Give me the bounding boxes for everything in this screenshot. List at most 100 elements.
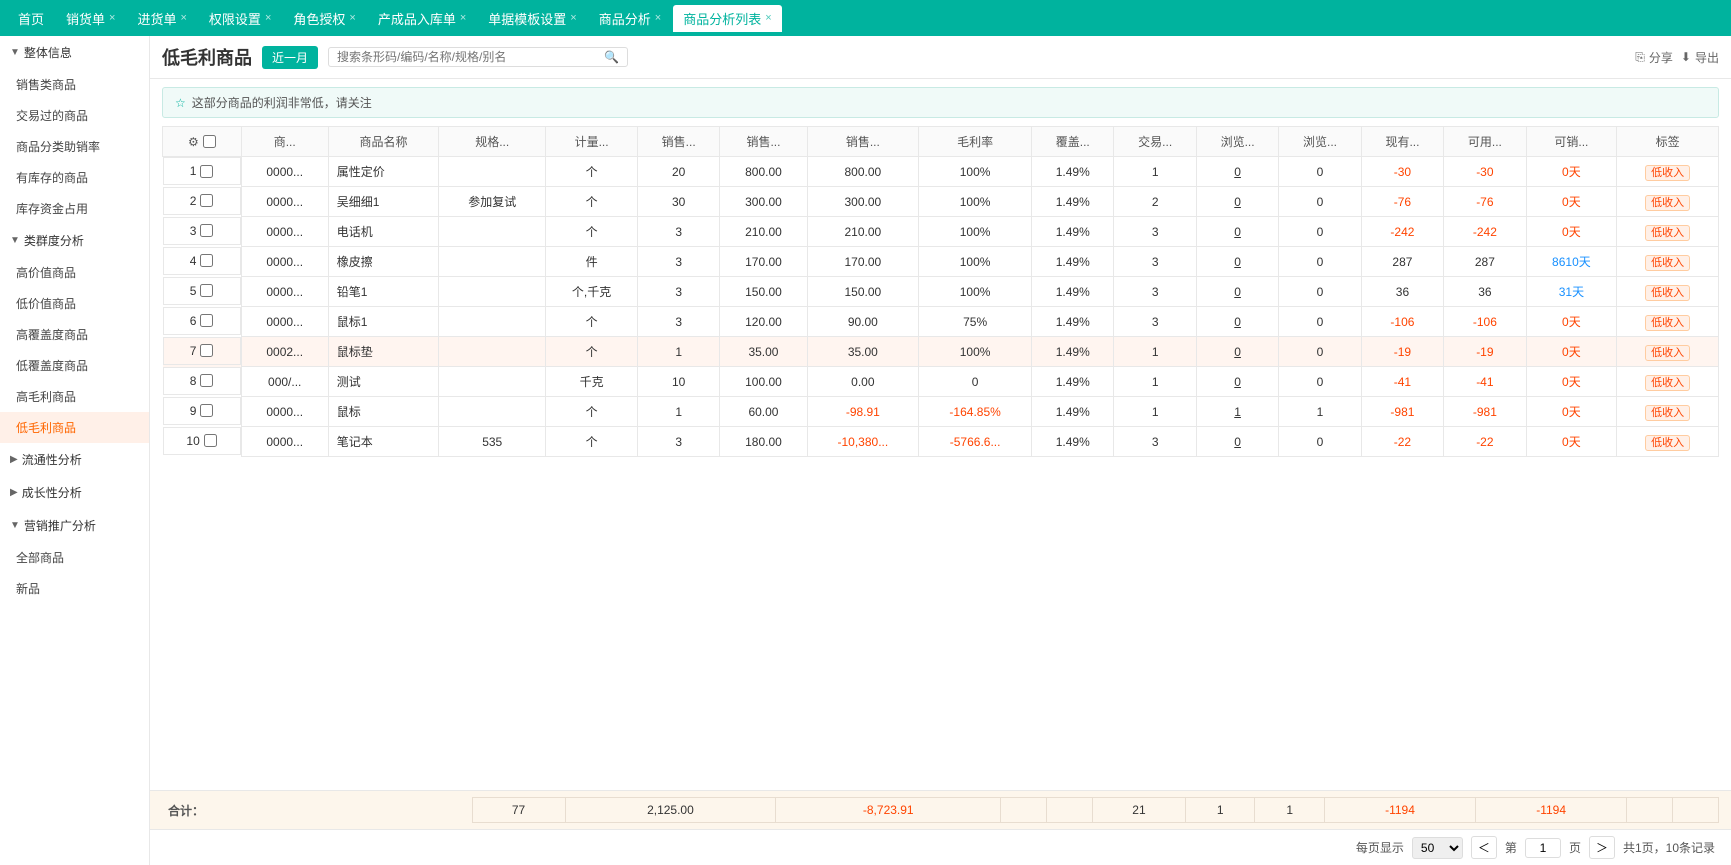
cell-name[interactable]: 测试 [328, 367, 438, 397]
cell-transactions: 3 [1114, 247, 1196, 277]
share-button[interactable]: ⎘ 分享 [1635, 49, 1673, 66]
sidebar-item-traded-goods[interactable]: 交易过的商品 [0, 100, 149, 131]
share-icon: ⎘ [1635, 50, 1645, 65]
search-box: 🔍 [328, 47, 628, 67]
nav-close-products[interactable]: × [460, 12, 466, 24]
sidebar-item-new-goods[interactable]: 新品 [0, 573, 149, 604]
next-page-button[interactable]: ＞ [1589, 836, 1615, 859]
cell-gross-rate: 100% [919, 337, 1032, 367]
cell-name[interactable]: 鼠标 [328, 397, 438, 427]
nav-close-analysis[interactable]: × [655, 12, 661, 24]
cell-index: 10 [163, 427, 241, 455]
cell-sales-profit: 150.00 [807, 277, 919, 307]
nav-close-analysis-list[interactable]: × [765, 12, 771, 24]
cell-browse1[interactable]: 0 [1196, 277, 1278, 307]
cell-name[interactable]: 鼠标1 [328, 307, 438, 337]
sidebar-group-growth[interactable]: ▶ 成长性分析 [0, 476, 149, 509]
sidebar-group-circulation[interactable]: ▶ 流通性分析 [0, 443, 149, 476]
cell-browse1[interactable]: 0 [1196, 157, 1278, 187]
cell-browse1[interactable]: 0 [1196, 187, 1278, 217]
search-icon[interactable]: 🔍 [604, 50, 619, 64]
nav-item-analysis-list[interactable]: 商品分析列表 × [673, 5, 781, 32]
current-page-input[interactable] [1525, 838, 1561, 858]
cell-browse1[interactable]: 1 [1196, 397, 1278, 427]
nav-close-roles[interactable]: × [349, 12, 355, 24]
row-checkbox[interactable] [200, 344, 213, 357]
row-checkbox[interactable] [200, 224, 213, 237]
settings-icon[interactable]: ⚙ [188, 135, 199, 149]
tag-badge: 低收入 [1645, 285, 1690, 301]
cell-sales-profit: 90.00 [807, 307, 919, 337]
row-checkbox[interactable] [200, 404, 213, 417]
content-area: 低毛利商品 近一月 🔍 ⎘ 分享 ⬇ 导出 ☆ 这部分商品的利润非常低，请关注 [150, 36, 1731, 865]
nav-item-sales[interactable]: 销货单 × [56, 5, 125, 32]
nav-item-home[interactable]: 首页 [8, 5, 54, 32]
cell-browse1[interactable]: 0 [1196, 367, 1278, 397]
cell-sales-price: 120.00 [720, 307, 807, 337]
prev-page-button[interactable]: ＜ [1471, 836, 1497, 859]
cell-name[interactable]: 笔记本 [328, 427, 438, 457]
sidebar-item-category-rate[interactable]: 商品分类助销率 [0, 131, 149, 162]
sidebar-item-inventory-capital[interactable]: 库存资金占用 [0, 193, 149, 224]
nav-item-products[interactable]: 产成品入库单 × [368, 5, 476, 32]
cell-browse1[interactable]: 0 [1196, 307, 1278, 337]
sidebar-group-overview[interactable]: ▼ 整体信息 [0, 36, 149, 69]
sidebar-item-inventory-goods[interactable]: 有库存的商品 [0, 162, 149, 193]
sidebar-item-high-margin[interactable]: 高毛利商品 [0, 381, 149, 412]
cell-code: 0000... [241, 187, 328, 217]
tag-badge: 低收入 [1645, 315, 1690, 331]
sidebar-item-high-coverage[interactable]: 高覆盖度商品 [0, 319, 149, 350]
cell-browse1[interactable]: 0 [1196, 247, 1278, 277]
nav-close-templates[interactable]: × [570, 12, 576, 24]
arrow-down-icon-2: ▼ [10, 235, 20, 246]
sidebar-item-low-coverage[interactable]: 低覆盖度商品 [0, 350, 149, 381]
select-all-checkbox[interactable] [203, 135, 216, 148]
cell-browse1[interactable]: 0 [1196, 217, 1278, 247]
nav-item-templates[interactable]: 单据模板设置 × [478, 5, 586, 32]
sidebar-item-low-margin[interactable]: 低毛利商品 [0, 412, 149, 443]
cell-name[interactable]: 橡皮擦 [328, 247, 438, 277]
cell-name[interactable]: 吴细细1 [328, 187, 438, 217]
cell-name[interactable]: 电话机 [328, 217, 438, 247]
sidebar-group-cluster[interactable]: ▼ 类群度分析 [0, 224, 149, 257]
cell-available: -106 [1444, 307, 1526, 337]
row-checkbox[interactable] [200, 314, 213, 327]
row-checkbox[interactable] [200, 374, 213, 387]
cell-browse2: 0 [1279, 427, 1361, 457]
nav-item-permissions[interactable]: 权限设置 × [199, 5, 281, 32]
sidebar-item-all-goods[interactable]: 全部商品 [0, 542, 149, 573]
sidebar-item-low-value[interactable]: 低价值商品 [0, 288, 149, 319]
nav-item-roles[interactable]: 角色授权 × [283, 5, 365, 32]
cell-unit: 个 [546, 157, 638, 187]
nav-close-permissions[interactable]: × [265, 12, 271, 24]
nav-close-sales[interactable]: × [109, 12, 115, 24]
cell-browse1[interactable]: 0 [1196, 337, 1278, 367]
date-filter-button[interactable]: 近一月 [262, 46, 318, 69]
cell-sales-price: 60.00 [720, 397, 807, 427]
row-checkbox[interactable] [200, 165, 213, 178]
search-input[interactable] [337, 50, 604, 64]
row-checkbox[interactable] [204, 434, 217, 447]
cell-browse1[interactable]: 0 [1196, 427, 1278, 457]
nav-close-purchase[interactable]: × [180, 12, 186, 24]
table-row: 5 0000... 铅笔1 个,千克 3 150.00 150.00 100% … [163, 277, 1719, 307]
sidebar-group-marketing[interactable]: ▼ 营销推广分析 [0, 509, 149, 542]
export-button[interactable]: ⬇ 导出 [1681, 49, 1719, 66]
row-index: 8 [190, 374, 197, 388]
cell-name[interactable]: 鼠标垫 [328, 337, 438, 367]
row-checkbox[interactable] [200, 284, 213, 297]
sidebar-item-high-value[interactable]: 高价值商品 [0, 257, 149, 288]
per-page-select[interactable]: 50 100 200 [1412, 837, 1463, 859]
cell-name[interactable]: 属性定价 [328, 157, 438, 187]
arrow-down-icon-3: ▼ [10, 520, 20, 531]
nav-item-purchase[interactable]: 进货单 × [127, 5, 196, 32]
arrow-right-icon-2: ▶ [10, 487, 18, 498]
totals-label: 合计： [162, 798, 412, 823]
row-checkbox[interactable] [200, 254, 213, 267]
col-header-settings[interactable]: ⚙ [163, 127, 242, 157]
row-checkbox[interactable] [200, 194, 213, 207]
cell-saleable: 8610天 [1526, 247, 1617, 277]
cell-name[interactable]: 铅笔1 [328, 277, 438, 307]
nav-item-analysis[interactable]: 商品分析 × [589, 5, 671, 32]
sidebar-item-sales-goods[interactable]: 销售类商品 [0, 69, 149, 100]
